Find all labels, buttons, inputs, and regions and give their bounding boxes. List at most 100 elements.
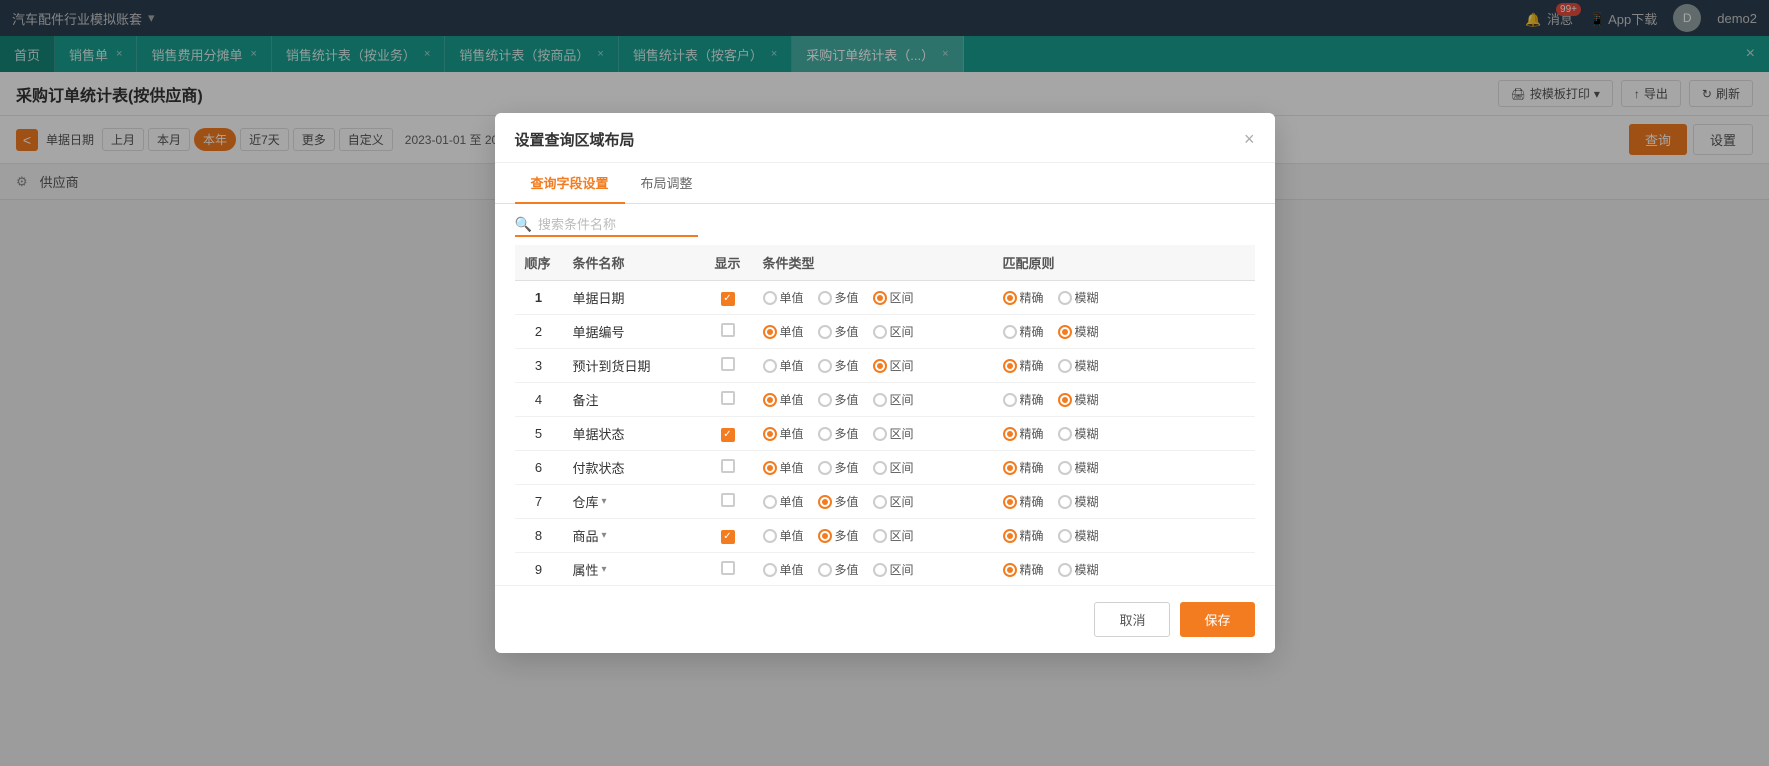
- display-cell[interactable]: [703, 383, 753, 417]
- display-cell[interactable]: [703, 281, 753, 315]
- match-option-match_fuzzy[interactable]: 模糊: [1058, 527, 1099, 544]
- expand-arrow-icon: ▾: [602, 496, 607, 507]
- type-option-type_multi[interactable]: 多值: [818, 459, 859, 476]
- match-option-match_fuzzy[interactable]: 模糊: [1058, 561, 1099, 578]
- type-option-type_single[interactable]: 单值: [763, 561, 804, 578]
- display-checkbox[interactable]: [721, 561, 735, 575]
- match-option-match_exact[interactable]: 精确: [1003, 459, 1044, 476]
- match-option-match_exact[interactable]: 精确: [1003, 493, 1044, 510]
- display-cell[interactable]: [703, 451, 753, 485]
- table-row: 1单据日期 单值 多值 区间 精确 模糊: [515, 281, 1255, 315]
- type-option-type_range[interactable]: 区间: [873, 357, 914, 374]
- type-radio-group: 单值 多值 区间: [763, 561, 983, 578]
- type-option-type_multi[interactable]: 多值: [818, 561, 859, 578]
- order-cell: 8: [515, 519, 563, 553]
- display-cell[interactable]: [703, 519, 753, 553]
- display-checkbox[interactable]: [721, 357, 735, 371]
- type-option-type_multi[interactable]: 多值: [818, 425, 859, 442]
- display-cell[interactable]: [703, 417, 753, 451]
- match-option-match_fuzzy[interactable]: 模糊: [1058, 459, 1099, 476]
- type-cell: 单值 多值 区间: [753, 519, 993, 553]
- type-option-type_multi[interactable]: 多值: [818, 289, 859, 306]
- radio-dot: [818, 325, 832, 339]
- match-option-match_fuzzy[interactable]: 模糊: [1058, 357, 1099, 374]
- type-option-type_single[interactable]: 单值: [763, 527, 804, 544]
- type-cell: 单值 多值 区间: [753, 485, 993, 519]
- match-radio-group: 精确 模糊: [1003, 493, 1245, 510]
- radio-dot: [873, 495, 887, 509]
- display-checkbox[interactable]: [721, 459, 735, 473]
- type-option-type_range[interactable]: 区间: [873, 289, 914, 306]
- display-cell[interactable]: [703, 349, 753, 383]
- radio-dot: [763, 359, 777, 373]
- match-option-match_exact[interactable]: 精确: [1003, 425, 1044, 442]
- type-option-type_range[interactable]: 区间: [873, 459, 914, 476]
- type-option-type_range[interactable]: 区间: [873, 493, 914, 510]
- order-cell: 6: [515, 451, 563, 485]
- match-radio-group: 精确 模糊: [1003, 561, 1245, 578]
- dialog-close-btn[interactable]: ×: [1244, 129, 1255, 162]
- match-option-match_exact[interactable]: 精确: [1003, 323, 1044, 340]
- match-option-match_exact[interactable]: 精确: [1003, 357, 1044, 374]
- match-option-match_fuzzy[interactable]: 模糊: [1058, 425, 1099, 442]
- type-option-type_single[interactable]: 单值: [763, 493, 804, 510]
- display-checkbox[interactable]: [721, 391, 735, 405]
- type-option-type_range[interactable]: 区间: [873, 391, 914, 408]
- radio-dot: [1058, 495, 1072, 509]
- dialog-tab-fields[interactable]: 查询字段设置: [515, 163, 625, 204]
- match-option-match_fuzzy[interactable]: 模糊: [1058, 289, 1099, 306]
- type-cell: 单值 多值 区间: [753, 417, 993, 451]
- type-option-type_single[interactable]: 单值: [763, 323, 804, 340]
- type-option-type_single[interactable]: 单值: [763, 459, 804, 476]
- match-option-match_fuzzy[interactable]: 模糊: [1058, 391, 1099, 408]
- dialog-tab-layout[interactable]: 布局调整: [625, 163, 709, 204]
- type-option-type_multi[interactable]: 多值: [818, 357, 859, 374]
- match-option-match_exact[interactable]: 精确: [1003, 289, 1044, 306]
- dialog-tabs: 查询字段设置 布局调整: [495, 163, 1275, 204]
- display-cell[interactable]: [703, 315, 753, 349]
- match-option-match_fuzzy[interactable]: 模糊: [1058, 493, 1099, 510]
- type-option-type_single[interactable]: 单值: [763, 357, 804, 374]
- type-option-type_range[interactable]: 区间: [873, 561, 914, 578]
- match-option-match_fuzzy[interactable]: 模糊: [1058, 323, 1099, 340]
- display-checkbox[interactable]: [721, 493, 735, 507]
- match-option-match_exact[interactable]: 精确: [1003, 561, 1044, 578]
- type-option-type_single[interactable]: 单值: [763, 289, 804, 306]
- type-radio-group: 单值 多值 区间: [763, 323, 983, 340]
- save-btn[interactable]: 保存: [1180, 602, 1254, 637]
- expand-arrow-icon: ▾: [602, 564, 607, 575]
- radio-dot: [818, 529, 832, 543]
- name-cell: 商品 ▾: [563, 519, 703, 553]
- match-cell: 精确 模糊: [993, 519, 1255, 553]
- match-option-match_exact[interactable]: 精确: [1003, 527, 1044, 544]
- table-row: 3预计到货日期 单值 多值 区间 精确 模糊: [515, 349, 1255, 383]
- settings-dialog: 设置查询区域布局 × 查询字段设置 布局调整 🔍 顺序: [495, 113, 1275, 653]
- display-checkbox[interactable]: [721, 323, 735, 337]
- type-option-type_single[interactable]: 单值: [763, 425, 804, 442]
- search-input[interactable]: [538, 217, 698, 232]
- type-option-type_range[interactable]: 区间: [873, 527, 914, 544]
- radio-dot: [873, 291, 887, 305]
- match-cell: 精确 模糊: [993, 485, 1255, 519]
- match-option-match_exact[interactable]: 精确: [1003, 391, 1044, 408]
- radio-dot: [818, 495, 832, 509]
- display-cell[interactable]: [703, 485, 753, 519]
- type-option-type_range[interactable]: 区间: [873, 323, 914, 340]
- display-cell[interactable]: [703, 553, 753, 586]
- radio-dot: [1058, 359, 1072, 373]
- display-checkbox[interactable]: [721, 530, 735, 544]
- display-checkbox[interactable]: [721, 428, 735, 442]
- type-option-type_multi[interactable]: 多值: [818, 527, 859, 544]
- type-option-type_multi[interactable]: 多值: [818, 323, 859, 340]
- type-option-type_single[interactable]: 单值: [763, 391, 804, 408]
- radio-dot: [763, 495, 777, 509]
- type-option-type_multi[interactable]: 多值: [818, 391, 859, 408]
- cancel-btn[interactable]: 取消: [1094, 602, 1170, 637]
- display-checkbox[interactable]: [721, 292, 735, 306]
- match-radio-group: 精确 模糊: [1003, 289, 1245, 306]
- radio-dot: [873, 563, 887, 577]
- type-radio-group: 单值 多值 区间: [763, 425, 983, 442]
- type-option-type_range[interactable]: 区间: [873, 425, 914, 442]
- type-cell: 单值 多值 区间: [753, 315, 993, 349]
- type-option-type_multi[interactable]: 多值: [818, 493, 859, 510]
